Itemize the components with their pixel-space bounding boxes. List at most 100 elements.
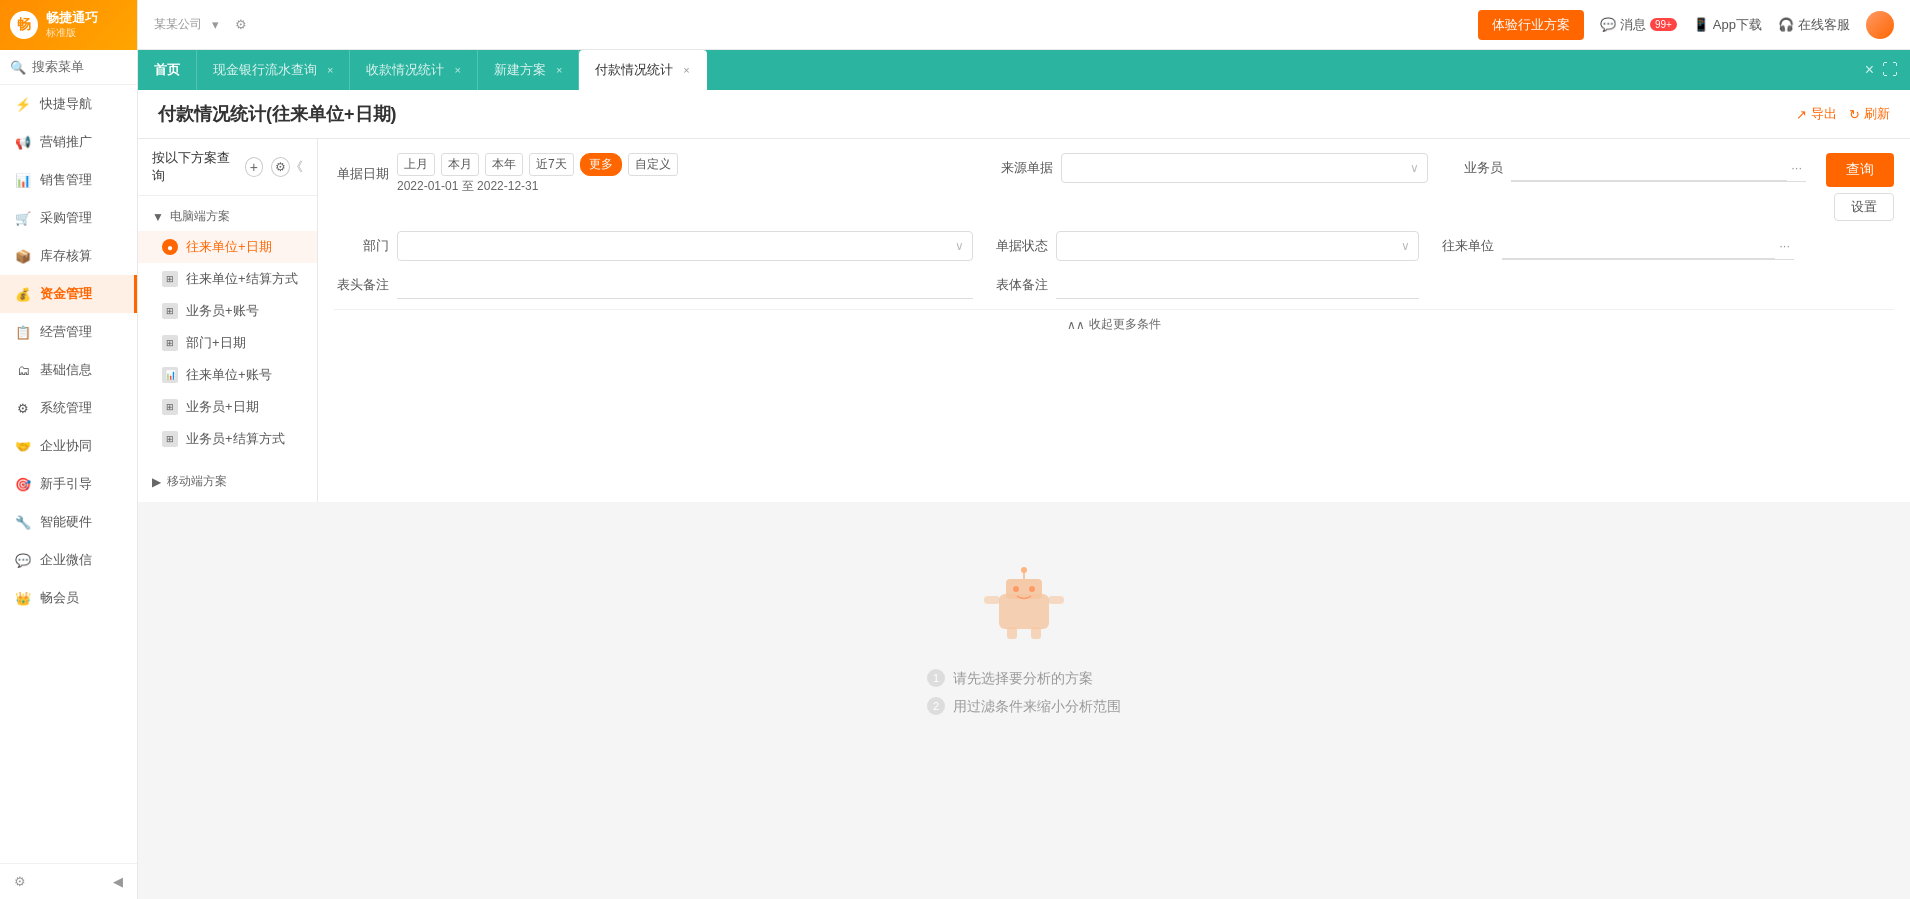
query-btn-area: 查询 设置 (1826, 153, 1894, 221)
scheme-item-icon-2: ⊞ (162, 303, 178, 319)
collapse-icon: ∧∧ (1067, 318, 1085, 332)
filter-main: 按以下方案查询 + ⚙ 《 ▼ 电脑端方案 ● 往来单位+日 (138, 139, 1910, 502)
sidebar-item-enterprise[interactable]: 🤝 企业协同 (0, 427, 137, 465)
scheme-group-desktop-title[interactable]: ▼ 电脑端方案 (138, 202, 317, 231)
scheme-item-icon-4: 📊 (162, 367, 178, 383)
app-download-item[interactable]: 📱 App下载 (1693, 16, 1762, 34)
purchase-icon: 🛒 (14, 209, 32, 227)
sidebar-item-marketing[interactable]: 📢 营销推广 (0, 123, 137, 161)
sidebar-item-label: 库存核算 (40, 247, 92, 265)
scheme-item-icon-3: ⊞ (162, 335, 178, 351)
maximize-tab-btn[interactable]: ⛶ (1882, 61, 1898, 79)
enterprise-icon: 🤝 (14, 437, 32, 455)
header-actions: 体验行业方案 💬 消息 99+ 📱 App下载 🎧 在线客服 (1478, 10, 1894, 40)
date-btn-last-month[interactable]: 上月 (397, 153, 435, 176)
sidebar-item-label: 快捷导航 (40, 95, 92, 113)
export-btn[interactable]: ↗ 导出 (1796, 105, 1837, 123)
scheme-item-0[interactable]: ● 往来单位+日期 (138, 231, 317, 263)
hardware-icon: 🔧 (14, 513, 32, 531)
source-doc-label: 来源单据 (998, 159, 1053, 177)
sidebar-footer: ⚙ ◀ (0, 863, 137, 899)
sidebar-settings-icon[interactable]: ⚙ (14, 874, 26, 889)
export-icon: ↗ (1796, 107, 1807, 122)
page-content: 付款情况统计(往来单位+日期) ↗ 导出 ↻ 刷新 按以下方案 (138, 90, 1910, 899)
sidebar-collapse-icon[interactable]: ◀ (113, 874, 123, 889)
app-icon: 📱 (1693, 17, 1709, 32)
date-btn-custom[interactable]: 自定义 (628, 153, 678, 176)
salesperson-input[interactable] (1511, 153, 1787, 181)
avatar[interactable] (1866, 11, 1894, 39)
collection-stats-tab-close[interactable]: × (454, 64, 460, 76)
tab-collection-stats[interactable]: 收款情况统计 × (350, 50, 477, 90)
scheme-add-btn[interactable]: + (245, 157, 264, 177)
tab-payment-stats[interactable]: 付款情况统计 × (579, 50, 706, 90)
filter-section: 按以下方案查询 + ⚙ 《 ▼ 电脑端方案 ● 往来单位+日 (138, 139, 1910, 502)
doc-status-input[interactable]: ∨ (1056, 231, 1419, 261)
scheme-item-4[interactable]: 📊 往来单位+账号 (138, 359, 317, 391)
scheme-group-mobile-title[interactable]: ▶ 移动端方案 (138, 467, 317, 496)
scheme-item-2[interactable]: ⊞ 业务员+账号 (138, 295, 317, 327)
empty-hint-1: 1 请先选择要分析的方案 (927, 664, 1121, 692)
scheme-item-6[interactable]: ⊞ 业务员+结算方式 (138, 423, 317, 455)
trial-btn[interactable]: 体验行业方案 (1478, 10, 1584, 40)
message-item[interactable]: 💬 消息 99+ (1600, 16, 1677, 34)
tab-bank-flow[interactable]: 现金银行流水查询 × (197, 50, 350, 90)
date-options: 上月 本月 本年 近7天 更多 自定义 (397, 153, 678, 176)
counterparty-input[interactable] (1502, 231, 1775, 259)
sidebar-item-inventory[interactable]: 📦 库存核算 (0, 237, 137, 275)
sidebar-item-member[interactable]: 👑 畅会员 (0, 579, 137, 617)
sidebar-item-wechat[interactable]: 💬 企业微信 (0, 541, 137, 579)
body-note-input[interactable] (1056, 271, 1419, 299)
search-menu[interactable]: 🔍 搜索菜单 (0, 50, 137, 85)
new-plan-tab-close[interactable]: × (556, 64, 562, 76)
scheme-item-1[interactable]: ⊞ 往来单位+结算方式 (138, 263, 317, 295)
quick-nav-icon: ⚡ (14, 95, 32, 113)
scheme-item-5[interactable]: ⊞ 业务员+日期 (138, 391, 317, 423)
online-service-item[interactable]: 🎧 在线客服 (1778, 16, 1850, 34)
refresh-btn[interactable]: ↻ 刷新 (1849, 105, 1890, 123)
dropdown-icon[interactable]: ▾ (212, 17, 219, 32)
settings-icon[interactable]: ⚙ (235, 17, 247, 32)
svg-rect-1 (1006, 579, 1042, 599)
department-input[interactable]: ∨ (397, 231, 973, 261)
sidebar-item-hardware[interactable]: 🔧 智能硬件 (0, 503, 137, 541)
collection-stats-tab-label: 收款情况统计 (366, 61, 444, 79)
sidebar-item-system[interactable]: ⚙ 系统管理 (0, 389, 137, 427)
sidebar-item-purchase[interactable]: 🛒 采购管理 (0, 199, 137, 237)
query-btn[interactable]: 查询 (1826, 153, 1894, 187)
sidebar-header: 畅 畅捷通巧 标准版 (0, 0, 137, 50)
header-note-input[interactable] (397, 271, 973, 299)
salesperson-more-icon[interactable]: ··· (1787, 160, 1806, 175)
sidebar-item-sales[interactable]: 📊 销售管理 (0, 161, 137, 199)
scheme-item-3[interactable]: ⊞ 部门+日期 (138, 327, 317, 359)
payment-stats-tab-close[interactable]: × (683, 64, 689, 76)
tab-new-plan[interactable]: 新建方案 × (478, 50, 579, 90)
scheme-group-mobile: ▶ 移动端方案 (138, 461, 317, 502)
sidebar-item-basic[interactable]: 🗂 基础信息 (0, 351, 137, 389)
set-btn[interactable]: 设置 (1834, 193, 1894, 221)
close-tab-btn[interactable]: × (1865, 61, 1874, 79)
date-btn-this-year[interactable]: 本年 (485, 153, 523, 176)
sidebar-item-operation[interactable]: 📋 经营管理 (0, 313, 137, 351)
online-service-label: 在线客服 (1798, 16, 1850, 34)
counterparty-more-icon[interactable]: ··· (1775, 238, 1794, 253)
sidebar-item-finance[interactable]: 💰 资金管理 (0, 275, 137, 313)
scheme-header: 按以下方案查询 + ⚙ 《 (138, 139, 317, 196)
date-btn-more[interactable]: 更多 (580, 153, 622, 176)
collapse-more-btn[interactable]: ∧∧ 收起更多条件 (334, 309, 1894, 339)
sidebar-item-label: 新手引导 (40, 475, 92, 493)
date-btn-7days[interactable]: 近7天 (529, 153, 574, 176)
source-doc-input[interactable]: ∨ (1061, 153, 1428, 183)
home-tab-label: 首页 (154, 61, 180, 79)
sidebar-item-label: 畅会员 (40, 589, 79, 607)
sidebar-item-guide[interactable]: 🎯 新手引导 (0, 465, 137, 503)
sidebar-item-label: 企业微信 (40, 551, 92, 569)
date-btn-this-month[interactable]: 本月 (441, 153, 479, 176)
empty-hint-2: 2 用过滤条件来缩小分析范围 (927, 692, 1121, 720)
scheme-collapse-btn[interactable]: 《 (290, 158, 303, 176)
doc-status-field: 单据状态 ∨ (993, 231, 1419, 261)
bank-flow-tab-close[interactable]: × (327, 64, 333, 76)
tab-home[interactable]: 首页 (138, 50, 197, 90)
scheme-settings-btn[interactable]: ⚙ (271, 157, 290, 177)
sidebar-item-quick-nav[interactable]: ⚡ 快捷导航 (0, 85, 137, 123)
